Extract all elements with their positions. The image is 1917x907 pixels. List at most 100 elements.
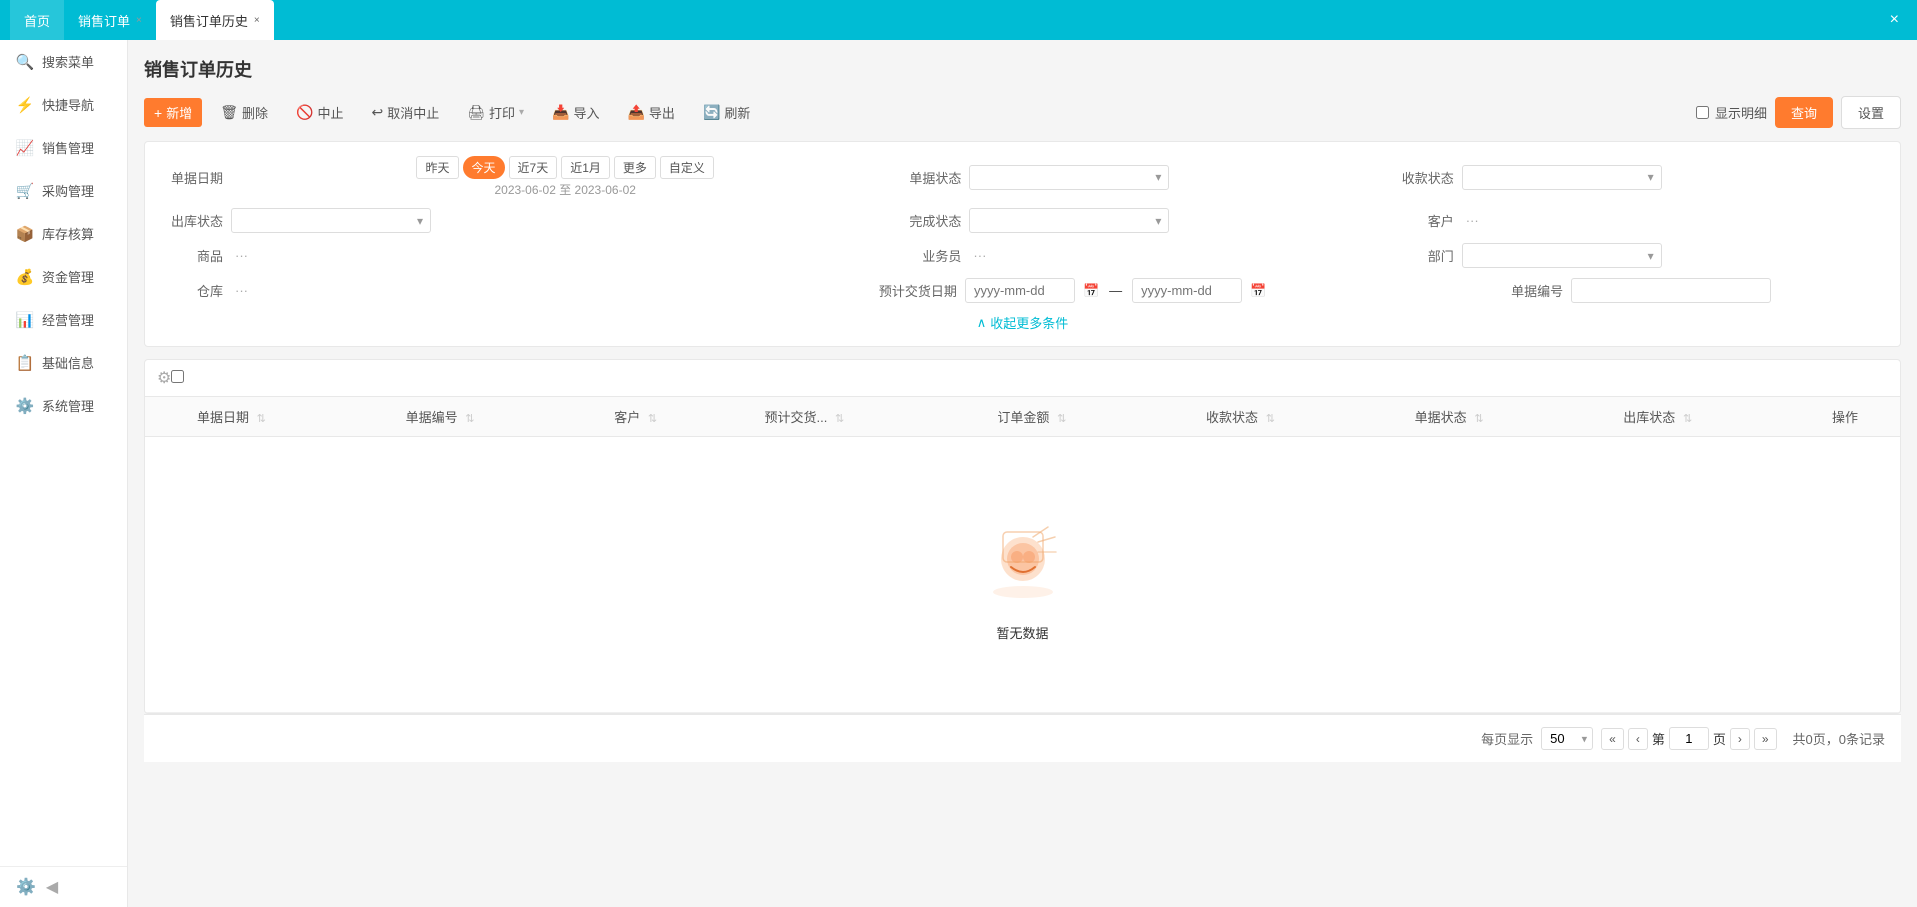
sidebar-item-purchase-mgmt[interactable]: 🛒 采购管理 — [0, 169, 127, 212]
basic-info-icon: 📋 — [16, 354, 34, 372]
th-customer-sort: ⇅ — [648, 413, 657, 425]
filter-order-no-item: 单据编号 — [1501, 278, 1884, 303]
first-page-button[interactable]: « — [1601, 728, 1624, 750]
th-customer[interactable]: 客户 ⇅ — [602, 397, 752, 437]
order-no-input[interactable] — [1571, 278, 1771, 303]
filter-salesman-label: 业务员 — [899, 246, 969, 265]
page-word-after: 页 — [1713, 729, 1726, 748]
th-date[interactable]: 单据日期 ⇅ — [185, 397, 394, 437]
sidebar-item-ops-mgmt[interactable]: 📊 经营管理 — [0, 298, 127, 341]
table-settings-icon[interactable]: ⚙ — [157, 368, 171, 388]
export-icon: 📤 — [627, 104, 644, 121]
product-dots[interactable]: ··· — [231, 248, 252, 263]
salesman-dots[interactable]: ··· — [969, 248, 990, 263]
cal-icon-end[interactable]: 📅 — [1250, 283, 1266, 299]
th-out-status[interactable]: 出库状态 ⇅ — [1611, 397, 1820, 437]
refresh-button[interactable]: 🔄 刷新 — [693, 98, 760, 127]
print-button[interactable]: 🖨 打印 ▾ — [457, 98, 534, 127]
window-close-button[interactable]: × — [1882, 7, 1907, 33]
empty-state-cell: 暂无数据 — [145, 437, 1900, 713]
stop-button[interactable]: 🚫 中止 — [286, 98, 353, 127]
date-quick-btns: 昨天 今天 近7天 近1月 更多 自定义 — [416, 156, 713, 179]
th-no[interactable]: 单据编号 ⇅ — [394, 397, 603, 437]
filter-product-label: 商品 — [161, 246, 231, 265]
th-customer-label: 客户 — [614, 410, 640, 425]
th-expected-date[interactable]: 预计交货... ⇅ — [752, 397, 985, 437]
filter-date-range: 2023-06-02 至 2023-06-02 — [494, 181, 635, 198]
collapse-button[interactable]: ∧ 收起更多条件 — [977, 313, 1069, 332]
filter-row-4: 仓库 ··· 预计交货日期 📅 — 📅 单据编号 — [161, 278, 1884, 303]
new-button[interactable]: + 新增 — [144, 98, 202, 127]
select-all-checkbox[interactable] — [171, 370, 184, 383]
th-bill-status[interactable]: 单据状态 ⇅ — [1403, 397, 1612, 437]
import-button[interactable]: 📥 导入 — [542, 98, 609, 127]
date-btn-more[interactable]: 更多 — [614, 156, 656, 179]
query-button[interactable]: 查询 — [1775, 97, 1833, 128]
table-toolbar: ⚙ — [145, 360, 1900, 397]
sidebar-collapse-icon[interactable]: ◀ — [46, 877, 58, 897]
filter-bill-status-control — [969, 165, 1391, 190]
refresh-icon: 🔄 — [703, 104, 720, 121]
tab-sales-order[interactable]: 销售订单 × — [64, 0, 156, 40]
date-btn-7days[interactable]: 近7天 — [509, 156, 558, 179]
sidebar-item-search-menu-label: 搜索菜单 — [42, 52, 94, 71]
expected-date-end[interactable] — [1132, 278, 1242, 303]
th-amount[interactable]: 订单金额 ⇅ — [985, 397, 1194, 437]
next-page-button[interactable]: › — [1730, 728, 1750, 750]
filter-complete-status-label: 完成状态 — [899, 211, 969, 230]
receipt-status-select[interactable] — [1462, 165, 1662, 190]
bill-status-select[interactable] — [969, 165, 1169, 190]
th-no-label: 单据编号 — [406, 410, 458, 425]
filter-row-1: 单据日期 昨天 今天 近7天 近1月 更多 自定义 2023-06-02 至 2… — [161, 156, 1884, 198]
warehouse-dots[interactable]: ··· — [231, 283, 252, 298]
filter-order-no-label: 单据编号 — [1501, 281, 1571, 300]
filter-complete-status-item: 完成状态 — [899, 208, 1391, 233]
collapse-up-icon: ∧ — [977, 315, 987, 331]
settings-button[interactable]: 设置 — [1841, 96, 1901, 129]
sidebar-item-search-menu[interactable]: 🔍 搜索菜单 — [0, 40, 127, 83]
tab-home[interactable]: 首页 — [10, 0, 64, 40]
date-btn-custom[interactable]: 自定义 — [660, 156, 714, 179]
collapse-btn-label: 收起更多条件 — [990, 313, 1068, 332]
th-date-label: 单据日期 — [197, 410, 249, 425]
sidebar-item-basic-info[interactable]: 📋 基础信息 — [0, 341, 127, 384]
date-btn-yesterday[interactable]: 昨天 — [416, 156, 458, 179]
sidebar-settings-icon[interactable]: ⚙️ — [16, 877, 36, 897]
last-page-button[interactable]: » — [1754, 728, 1777, 750]
date-separator: — — [1103, 283, 1128, 298]
display-toggle-checkbox[interactable] — [1696, 106, 1709, 119]
current-page-input[interactable] — [1669, 727, 1709, 750]
date-btn-1month[interactable]: 近1月 — [561, 156, 610, 179]
prev-page-button[interactable]: ‹ — [1628, 728, 1648, 750]
filter-customer-item: 客户 ··· — [1392, 211, 1884, 230]
tab-sales-history-close[interactable]: × — [254, 15, 260, 26]
export-button[interactable]: 📤 导出 — [617, 98, 684, 127]
page-size-select[interactable]: 50 20 100 — [1541, 727, 1593, 750]
delete-button[interactable]: 🗑 删除 — [210, 98, 278, 127]
filter-bill-status-item: 单据状态 — [899, 165, 1391, 190]
tab-sales-order-close[interactable]: × — [136, 15, 142, 26]
sidebar-item-sys-mgmt[interactable]: ⚙️ 系统管理 — [0, 384, 127, 427]
sidebar-item-sales-mgmt[interactable]: 📈 销售管理 — [0, 126, 127, 169]
th-receipt-status[interactable]: 收款状态 ⇅ — [1194, 397, 1403, 437]
dept-select[interactable] — [1462, 243, 1662, 268]
quick-nav-icon: ⚡ — [16, 96, 34, 114]
receipt-status-select-wrapper — [1462, 165, 1662, 190]
tab-sales-order-label: 销售订单 — [78, 11, 130, 30]
sidebar-item-inventory-check[interactable]: 📦 库存核算 — [0, 212, 127, 255]
sidebar-item-quick-nav[interactable]: ⚡ 快捷导航 — [0, 83, 127, 126]
empty-text: 暂无数据 — [996, 623, 1048, 642]
tab-sales-history[interactable]: 销售订单历史 × — [156, 0, 274, 40]
main-layout: 🔍 搜索菜单 ⚡ 快捷导航 📈 销售管理 🛒 采购管理 📦 库存核算 💰 资金管… — [0, 40, 1917, 907]
customer-dots[interactable]: ··· — [1462, 213, 1483, 228]
empty-state-row: 暂无数据 — [145, 437, 1900, 713]
th-amount-label: 订单金额 — [997, 410, 1049, 425]
cancel-stop-button[interactable]: ↩ 取消中止 — [361, 98, 449, 127]
date-btn-today[interactable]: 今天 — [463, 156, 505, 179]
complete-status-select[interactable] — [969, 208, 1169, 233]
cal-icon-start[interactable]: 📅 — [1083, 283, 1099, 299]
stop-button-label: 中止 — [317, 103, 343, 122]
expected-date-start[interactable] — [965, 278, 1075, 303]
outbound-status-select[interactable] — [231, 208, 431, 233]
sidebar-item-capital-mgmt[interactable]: 💰 资金管理 — [0, 255, 127, 298]
